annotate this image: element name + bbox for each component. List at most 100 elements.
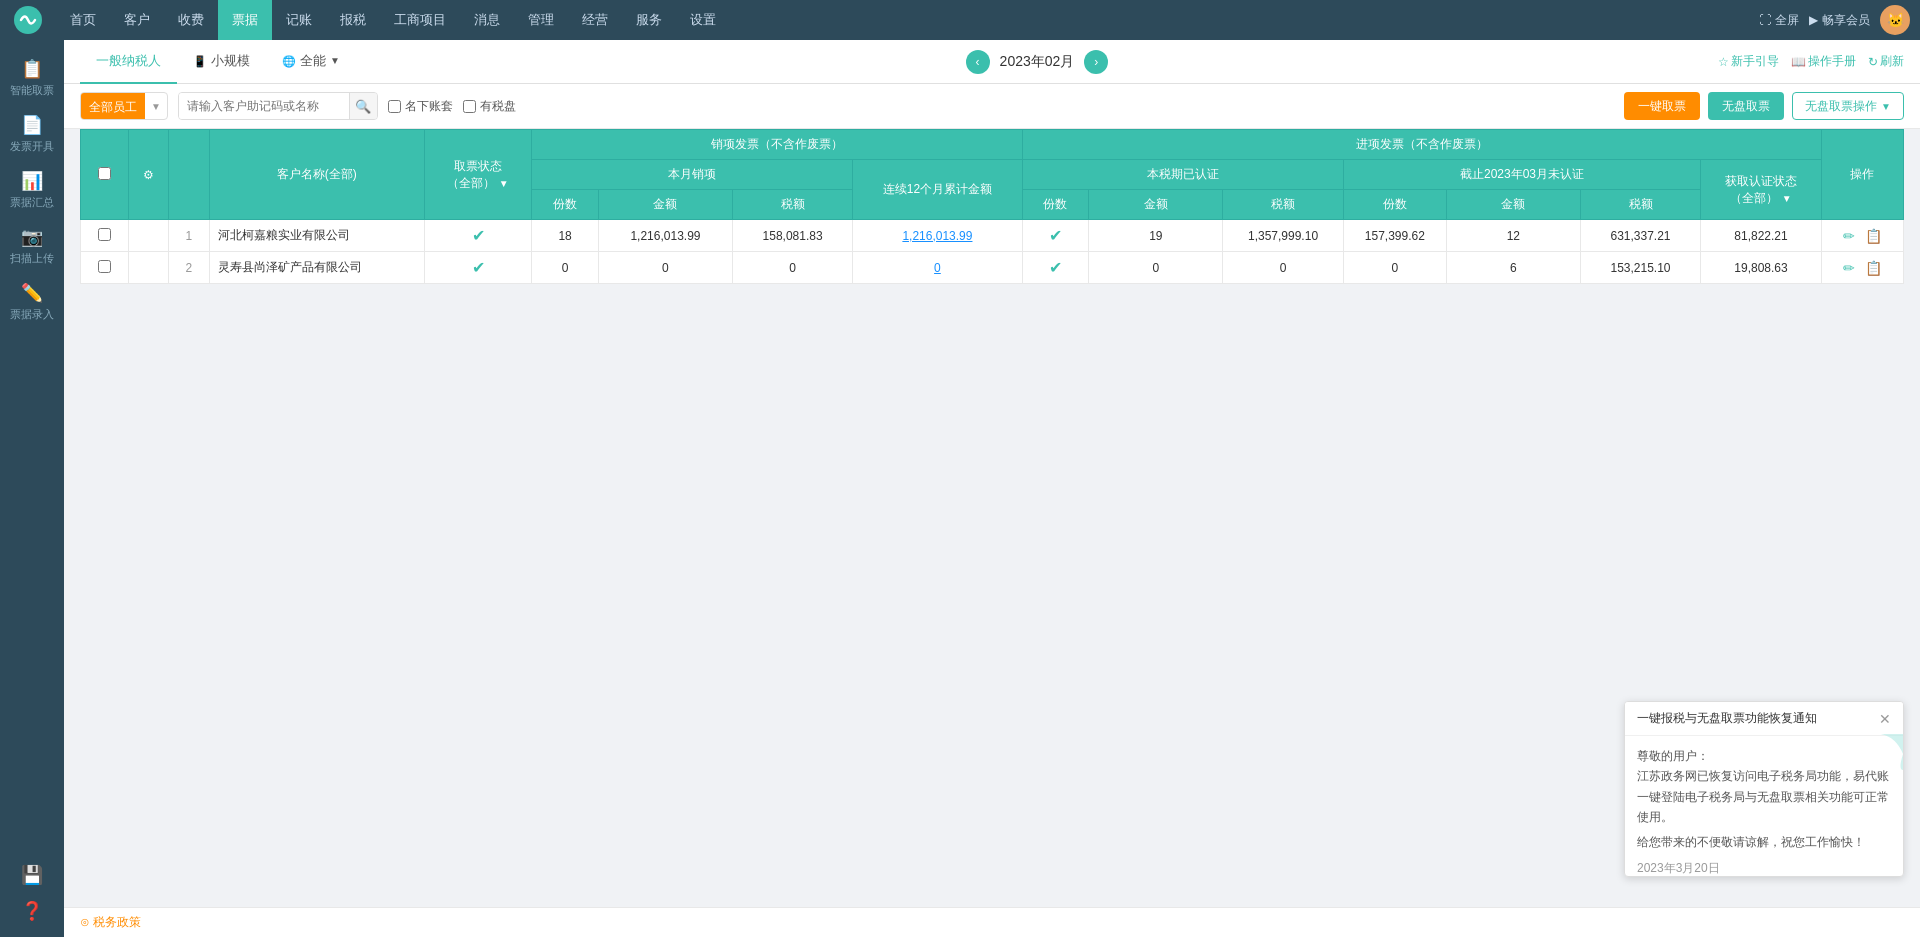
search-input[interactable] (179, 93, 349, 119)
row2-company: 灵寿县尚泽矿产品有限公司 (209, 252, 425, 284)
nav-business[interactable]: 工商项目 (380, 0, 460, 40)
row1-purchase-amount: 1,357,999.10 (1223, 220, 1343, 252)
nav-service[interactable]: 服务 (622, 0, 676, 40)
row1-purchase-count: 19 (1089, 220, 1223, 252)
tax-disk-checkbox[interactable]: 有税盘 (463, 98, 516, 115)
nav-home[interactable]: 首页 (56, 0, 110, 40)
select-all-checkbox[interactable] (98, 167, 111, 180)
purchase-status-header: 获取认证状态（全部） ▼ (1701, 160, 1821, 220)
nav-ticket[interactable]: 票据 (218, 0, 272, 40)
sidebar-label-ticket-entry: 票据录入 (10, 307, 54, 322)
one-click-ticket-button[interactable]: 一键取票 (1624, 92, 1700, 120)
fullscreen-button[interactable]: ⛶ 全屏 (1759, 12, 1799, 29)
nav-items: 首页 客户 收费 票据 记账 报税 工商项目 消息 管理 经营 服务 设置 (56, 0, 1759, 40)
manual-icon: 📖 (1791, 55, 1806, 69)
fullscreen-label: 全屏 (1775, 12, 1799, 29)
row2-cumulative-link[interactable]: 0 (934, 261, 941, 275)
tab-all[interactable]: 🌐 全能 ▼ (266, 40, 356, 84)
guide-label: 新手引导 (1731, 53, 1779, 70)
row1-cumulative-link[interactable]: 1,216,013.99 (902, 229, 972, 243)
nav-manage[interactable]: 管理 (514, 0, 568, 40)
row2-purchase-status: ✔ (1022, 252, 1089, 284)
sidebar-label-invoice-issue: 发票开具 (10, 139, 54, 154)
row2-take-status-icon: ✔ (472, 259, 485, 276)
row1-purchase-tax: 157,399.62 (1343, 220, 1446, 252)
tax-policy-link[interactable]: ⊙ 税务政策 (80, 914, 141, 931)
no-disk-ops-button[interactable]: 无盘取票操作 ▼ (1792, 92, 1904, 120)
take-status-filter-icon[interactable]: ▼ (499, 178, 509, 189)
tab-general-taxpayer[interactable]: 一般纳税人 (80, 40, 177, 84)
tax-disk-check[interactable] (463, 100, 476, 113)
nav-fee[interactable]: 收费 (164, 0, 218, 40)
refresh-button[interactable]: ↻ 刷新 (1868, 53, 1904, 70)
tab-small-scale[interactable]: 📱 小规模 (177, 40, 266, 84)
row2-edit-icon[interactable]: ✏ (1843, 260, 1855, 276)
row2-purchase-amount: 0 (1223, 252, 1343, 284)
sidebar: 📋 智能取票 📄 发票开具 📊 票据汇总 📷 扫描上传 ✏️ 票据录入 💾 ❓ (0, 40, 64, 937)
row2-unv-amount: 153,215.10 (1580, 252, 1700, 284)
nav-operation[interactable]: 经营 (568, 0, 622, 40)
sidebar-item-summary[interactable]: 📊 票据汇总 (0, 162, 64, 218)
prev-month-button[interactable]: ‹ (966, 50, 990, 74)
smart-ticket-icon: 📋 (21, 58, 43, 80)
nav-message[interactable]: 消息 (460, 0, 514, 40)
nav-tax[interactable]: 报税 (326, 0, 380, 40)
purchase-unverified-header: 截止2023年03月未认证 (1343, 160, 1700, 190)
employee-select[interactable]: 全部员工 ▼ (80, 92, 168, 120)
status-bar: ⊙ 税务政策 (64, 907, 1920, 937)
notification-closing: 给您带来的不便敬请谅解，祝您工作愉快！ (1637, 832, 1891, 852)
member-button[interactable]: ▶ 畅享会员 (1809, 12, 1870, 29)
under-account-checkbox[interactable]: 名下账套 (388, 98, 453, 115)
under-account-check[interactable] (388, 100, 401, 113)
purchase-period-header: 本税期已认证 (1022, 160, 1343, 190)
row2-checkbox[interactable] (81, 252, 129, 284)
sidebar-item-invoice-issue[interactable]: 📄 发票开具 (0, 106, 64, 162)
tab-all-label: 全能 (300, 40, 326, 83)
nav-settings[interactable]: 设置 (676, 0, 730, 40)
search-button[interactable]: 🔍 (349, 93, 377, 119)
settings-icon[interactable]: ⚙ (143, 168, 154, 182)
toolbar-right-actions: 一键取票 无盘取票 无盘取票操作 ▼ (1624, 92, 1904, 120)
sidebar-item-scan-upload[interactable]: 📷 扫描上传 (0, 218, 64, 274)
notification-title: 一键报税与无盘取票功能恢复通知 (1637, 710, 1817, 727)
sidebar-item-smart-ticket[interactable]: 📋 智能取票 (0, 50, 64, 106)
no-disk-ticket-button[interactable]: 无盘取票 (1708, 92, 1784, 120)
row1-action: ✏ 📋 (1821, 220, 1903, 252)
sidebar-item-ticket-entry[interactable]: ✏️ 票据录入 (0, 274, 64, 330)
manual-button[interactable]: 📖 操作手册 (1791, 53, 1856, 70)
all-dropdown-icon: ▼ (330, 40, 340, 83)
next-month-button[interactable]: › (1084, 50, 1108, 74)
new-user-guide-button[interactable]: ☆ 新手引导 (1718, 53, 1779, 70)
notification-salutation: 尊敬的用户： (1637, 746, 1891, 766)
notification-close-button[interactable]: ✕ (1879, 711, 1891, 727)
row2-action: ✏ 📋 (1821, 252, 1903, 284)
no-disk-dropdown-icon: ▼ (1881, 101, 1891, 112)
row1-checkbox[interactable] (81, 220, 129, 252)
row1-view-icon[interactable]: 📋 (1865, 228, 1882, 244)
scan-upload-icon: 📷 (21, 226, 43, 248)
row1-sales-tax: 158,081.83 (732, 220, 852, 252)
manual-label: 操作手册 (1808, 53, 1856, 70)
purchase-unv-tax-header: 税额 (1580, 190, 1700, 220)
row2-settings (129, 252, 169, 284)
row2-view-icon[interactable]: 📋 (1865, 260, 1882, 276)
fullscreen-icon: ⛶ (1759, 13, 1771, 27)
guide-icon: ☆ (1718, 55, 1729, 69)
nav-accounting[interactable]: 记账 (272, 0, 326, 40)
main-table: ⚙ 客户名称(全部) 取票状态（全部） ▼ 销项发票（不含作废票） 进项发票（不… (80, 129, 1904, 284)
purchase-status-filter-icon[interactable]: ▼ (1782, 193, 1792, 204)
user-avatar[interactable]: 🐱 (1880, 5, 1910, 35)
row1-edit-icon[interactable]: ✏ (1843, 228, 1855, 244)
cumulative-header: 连续12个月累计金额 (853, 160, 1022, 220)
row2-num: 2 (169, 252, 209, 284)
sidebar-bottom-icon1[interactable]: 💾 (16, 859, 48, 891)
row2-purchase-tax: 0 (1343, 252, 1446, 284)
nav-customer[interactable]: 客户 (110, 0, 164, 40)
row2-purchase-status-icon: ✔ (1049, 259, 1062, 276)
row1-settings (129, 220, 169, 252)
sidebar-bottom-icon2[interactable]: ❓ (16, 895, 48, 927)
row1-take-status-icon: ✔ (472, 227, 485, 244)
current-month: 2023年02月 (1000, 53, 1075, 71)
row1-unv-count: 12 (1446, 220, 1580, 252)
row2-sales-count: 0 (532, 252, 599, 284)
